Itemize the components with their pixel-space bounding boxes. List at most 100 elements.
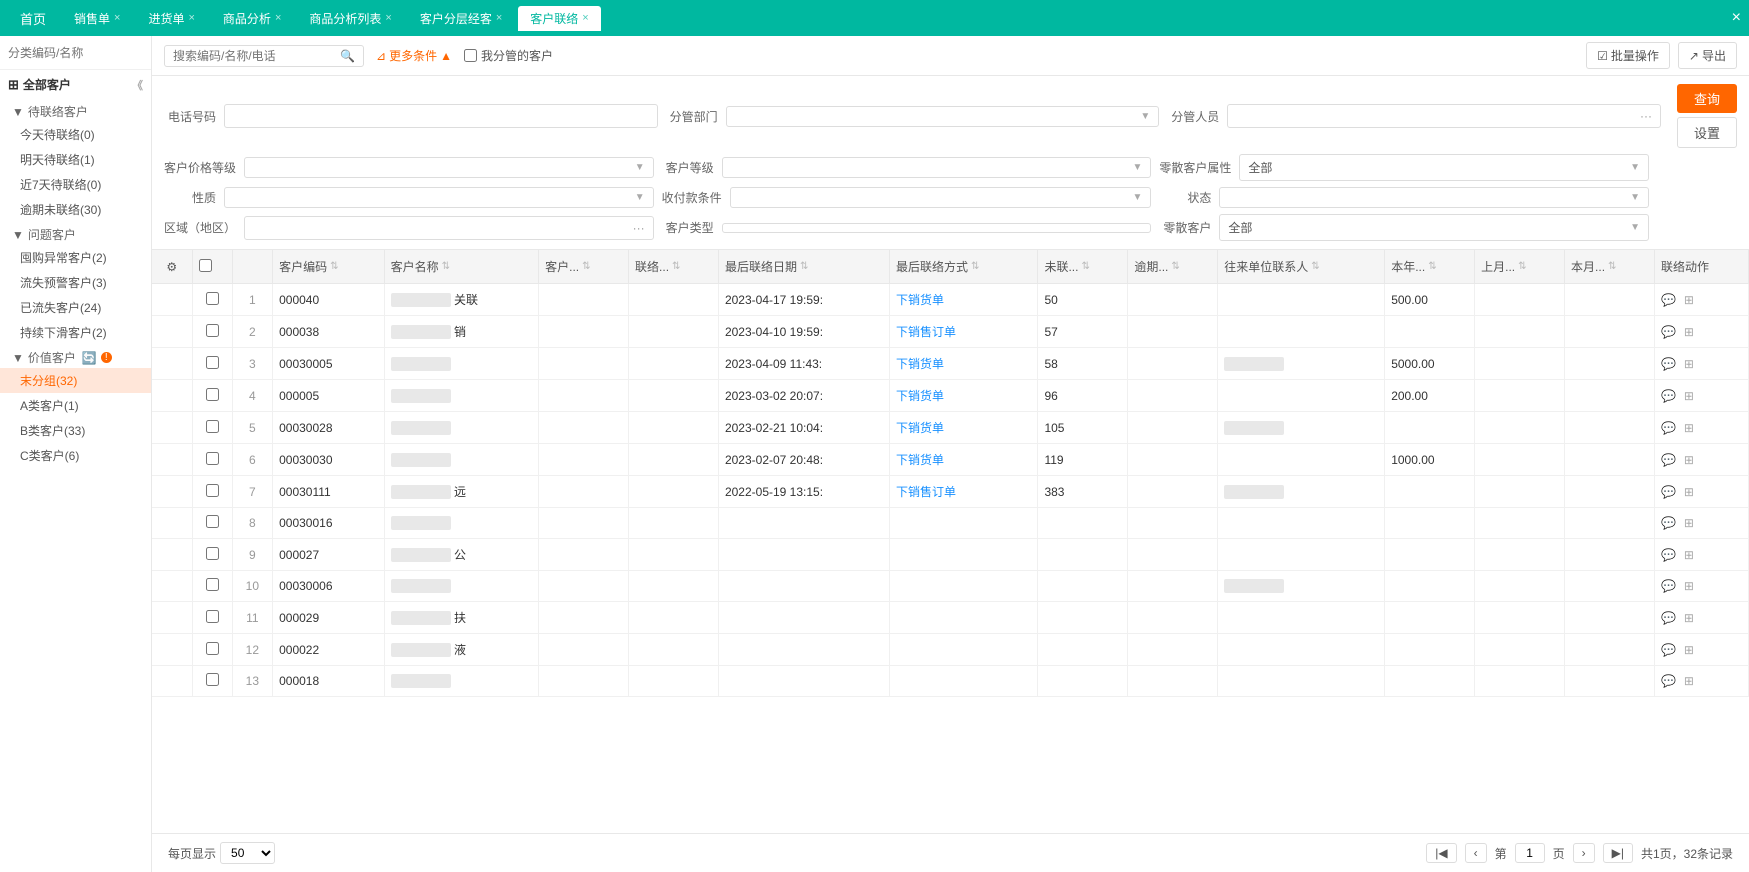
chat-icon-9[interactable]: 💬 (1661, 548, 1676, 562)
page-number-input[interactable] (1515, 843, 1545, 863)
sidebar-search-input[interactable] (8, 46, 152, 60)
sidebar-item-hoard-anomaly[interactable]: 囤购异常客户(2) (0, 245, 151, 270)
col-code[interactable]: 客户编码⇅ (273, 250, 384, 284)
batch-operations-button[interactable]: ☑ 批量操作 (1586, 42, 1670, 69)
close-tab-customer-segment[interactable]: × (496, 12, 502, 24)
query-button[interactable]: 查询 (1677, 84, 1737, 113)
phone-input[interactable] (224, 104, 658, 128)
method-link-5[interactable]: 下销货单 (896, 421, 944, 435)
method-link-2[interactable]: 下销售订单 (896, 325, 956, 339)
retail-customer-select[interactable]: 全部 ▼ (1219, 214, 1649, 241)
col-overdue[interactable]: 逾期...⇅ (1128, 250, 1218, 284)
row-checkbox-13[interactable] (206, 673, 219, 686)
chat-icon-12[interactable]: 💬 (1661, 643, 1676, 657)
sidebar-item-ungrouped[interactable]: 末分组(32) (0, 368, 151, 393)
more-conditions-button[interactable]: ⊿ 更多条件 ▲ (376, 47, 452, 64)
sidebar-item-tomorrow-pending[interactable]: 明天待联络(1) (0, 147, 151, 172)
sidebar-item-class-a[interactable]: A类客户(1) (0, 393, 151, 418)
next-page-button[interactable]: › (1573, 843, 1595, 863)
grid-action-icon-8[interactable]: ⊞ (1684, 516, 1694, 530)
tab-purchase-order[interactable]: 进货单 × (136, 6, 206, 31)
sidebar-item-7day-pending[interactable]: 近7天待联络(0) (0, 172, 151, 197)
grid-action-icon-5[interactable]: ⊞ (1684, 421, 1694, 435)
price-level-select[interactable]: ▼ (244, 157, 654, 178)
col-no-contact[interactable]: 未联...⇅ (1038, 250, 1128, 284)
col-this-year[interactable]: 本年...⇅ (1385, 250, 1475, 284)
sidebar-all-customers[interactable]: ⊞ 全部客户 《 (0, 70, 151, 99)
grid-action-icon-12[interactable]: ⊞ (1684, 643, 1694, 657)
row-checkbox-9[interactable] (206, 547, 219, 560)
row-checkbox-4[interactable] (206, 388, 219, 401)
tab-customer-segment[interactable]: 客户分层经客 × (408, 6, 514, 31)
tab-product-analysis-list[interactable]: 商品分析列表 × (297, 6, 403, 31)
method-link-1[interactable]: 下销货单 (896, 293, 944, 307)
customer-level-select[interactable]: ▼ (722, 157, 1152, 178)
chat-icon-2[interactable]: 💬 (1661, 325, 1676, 339)
row-checkbox-8[interactable] (206, 515, 219, 528)
last-page-button[interactable]: ▶| (1603, 843, 1633, 863)
method-link-3[interactable]: 下销货单 (896, 357, 944, 371)
col-last-method[interactable]: 最后联络方式⇅ (890, 250, 1038, 284)
row-checkbox-1[interactable] (206, 292, 219, 305)
row-checkbox-6[interactable] (206, 452, 219, 465)
chat-icon-3[interactable]: 💬 (1661, 357, 1676, 371)
sidebar-item-today-pending[interactable]: 今天待联络(0) (0, 122, 151, 147)
customer-type-select[interactable] (722, 223, 1152, 233)
close-tab-sales[interactable]: × (114, 12, 120, 24)
region-dots-icon[interactable]: ··· (633, 221, 645, 235)
chat-icon-10[interactable]: 💬 (1661, 579, 1676, 593)
tab-sales-order[interactable]: 销售单 × (62, 6, 132, 31)
row-checkbox-7[interactable] (206, 484, 219, 497)
manager-select[interactable]: ··· (1227, 104, 1661, 128)
sidebar-item-class-b[interactable]: B类客户(33) (0, 418, 151, 443)
grid-action-icon-4[interactable]: ⊞ (1684, 389, 1694, 403)
home-tab[interactable]: 首页 (8, 5, 58, 32)
grid-action-icon-2[interactable]: ⊞ (1684, 325, 1694, 339)
method-link-6[interactable]: 下销货单 (896, 453, 944, 467)
sidebar-item-overdue-pending[interactable]: 逾期未联络(30) (0, 197, 151, 222)
sidebar-item-declining[interactable]: 持续下滑客户(2) (0, 320, 151, 345)
page-size-select[interactable]: 50 100 200 (220, 842, 275, 864)
sidebar-item-churned[interactable]: 已流失客户(24) (0, 295, 151, 320)
chat-icon-4[interactable]: 💬 (1661, 389, 1676, 403)
collapse-sidebar-button[interactable]: 《 (132, 77, 143, 93)
chat-icon-8[interactable]: 💬 (1661, 516, 1676, 530)
col-name[interactable]: 客户名称⇅ (384, 250, 539, 284)
tab-product-analysis[interactable]: 商品分析 × (211, 6, 293, 31)
tab-customer-contact[interactable]: 客户联络 × (518, 6, 600, 31)
chat-icon-1[interactable]: 💬 (1661, 293, 1676, 307)
sidebar-item-class-c[interactable]: C类客户(6) (0, 443, 151, 468)
row-checkbox-2[interactable] (206, 324, 219, 337)
grid-action-icon-6[interactable]: ⊞ (1684, 453, 1694, 467)
row-checkbox-11[interactable] (206, 610, 219, 623)
close-tab-product-analysis[interactable]: × (275, 12, 281, 24)
first-page-button[interactable]: |◀ (1426, 843, 1456, 863)
my-customers-checkbox-label[interactable]: 我分管的客户 (464, 47, 553, 64)
retail-attr-select[interactable]: 全部 ▼ (1239, 154, 1649, 181)
dept-select[interactable]: ▼ (726, 106, 1160, 127)
chat-icon-11[interactable]: 💬 (1661, 611, 1676, 625)
row-checkbox-10[interactable] (206, 578, 219, 591)
grid-action-icon-3[interactable]: ⊞ (1684, 357, 1694, 371)
grid-action-icon-7[interactable]: ⊞ (1684, 485, 1694, 499)
col-last-month[interactable]: 上月...⇅ (1475, 250, 1565, 284)
more-dots-icon[interactable]: ··· (1640, 109, 1652, 123)
filter-search-input[interactable] (173, 49, 334, 63)
col-contact-person[interactable]: 往来单位联系人⇅ (1218, 250, 1385, 284)
close-tab-product-analysis-list[interactable]: × (385, 12, 391, 24)
nature-select[interactable]: ▼ (224, 187, 654, 208)
row-checkbox-3[interactable] (206, 356, 219, 369)
status-select[interactable]: ▼ (1219, 187, 1649, 208)
filter-search-icon[interactable]: 🔍 (340, 49, 355, 63)
row-checkbox-5[interactable] (206, 420, 219, 433)
method-link-7[interactable]: 下销售订单 (896, 485, 956, 499)
method-link-4[interactable]: 下销货单 (896, 389, 944, 403)
grid-action-icon-10[interactable]: ⊞ (1684, 579, 1694, 593)
close-tab-purchase[interactable]: × (188, 12, 194, 24)
select-all-checkbox[interactable] (199, 259, 212, 272)
settings-icon[interactable]: ⚙ (166, 260, 177, 274)
export-button[interactable]: ↗ 导出 (1678, 42, 1737, 69)
group-value-customers[interactable]: ▼ 价值客户 🔄 ! (0, 345, 151, 368)
my-customers-checkbox[interactable] (464, 49, 477, 62)
group-pending-contact[interactable]: ▼ 待联络客户 (0, 99, 151, 122)
